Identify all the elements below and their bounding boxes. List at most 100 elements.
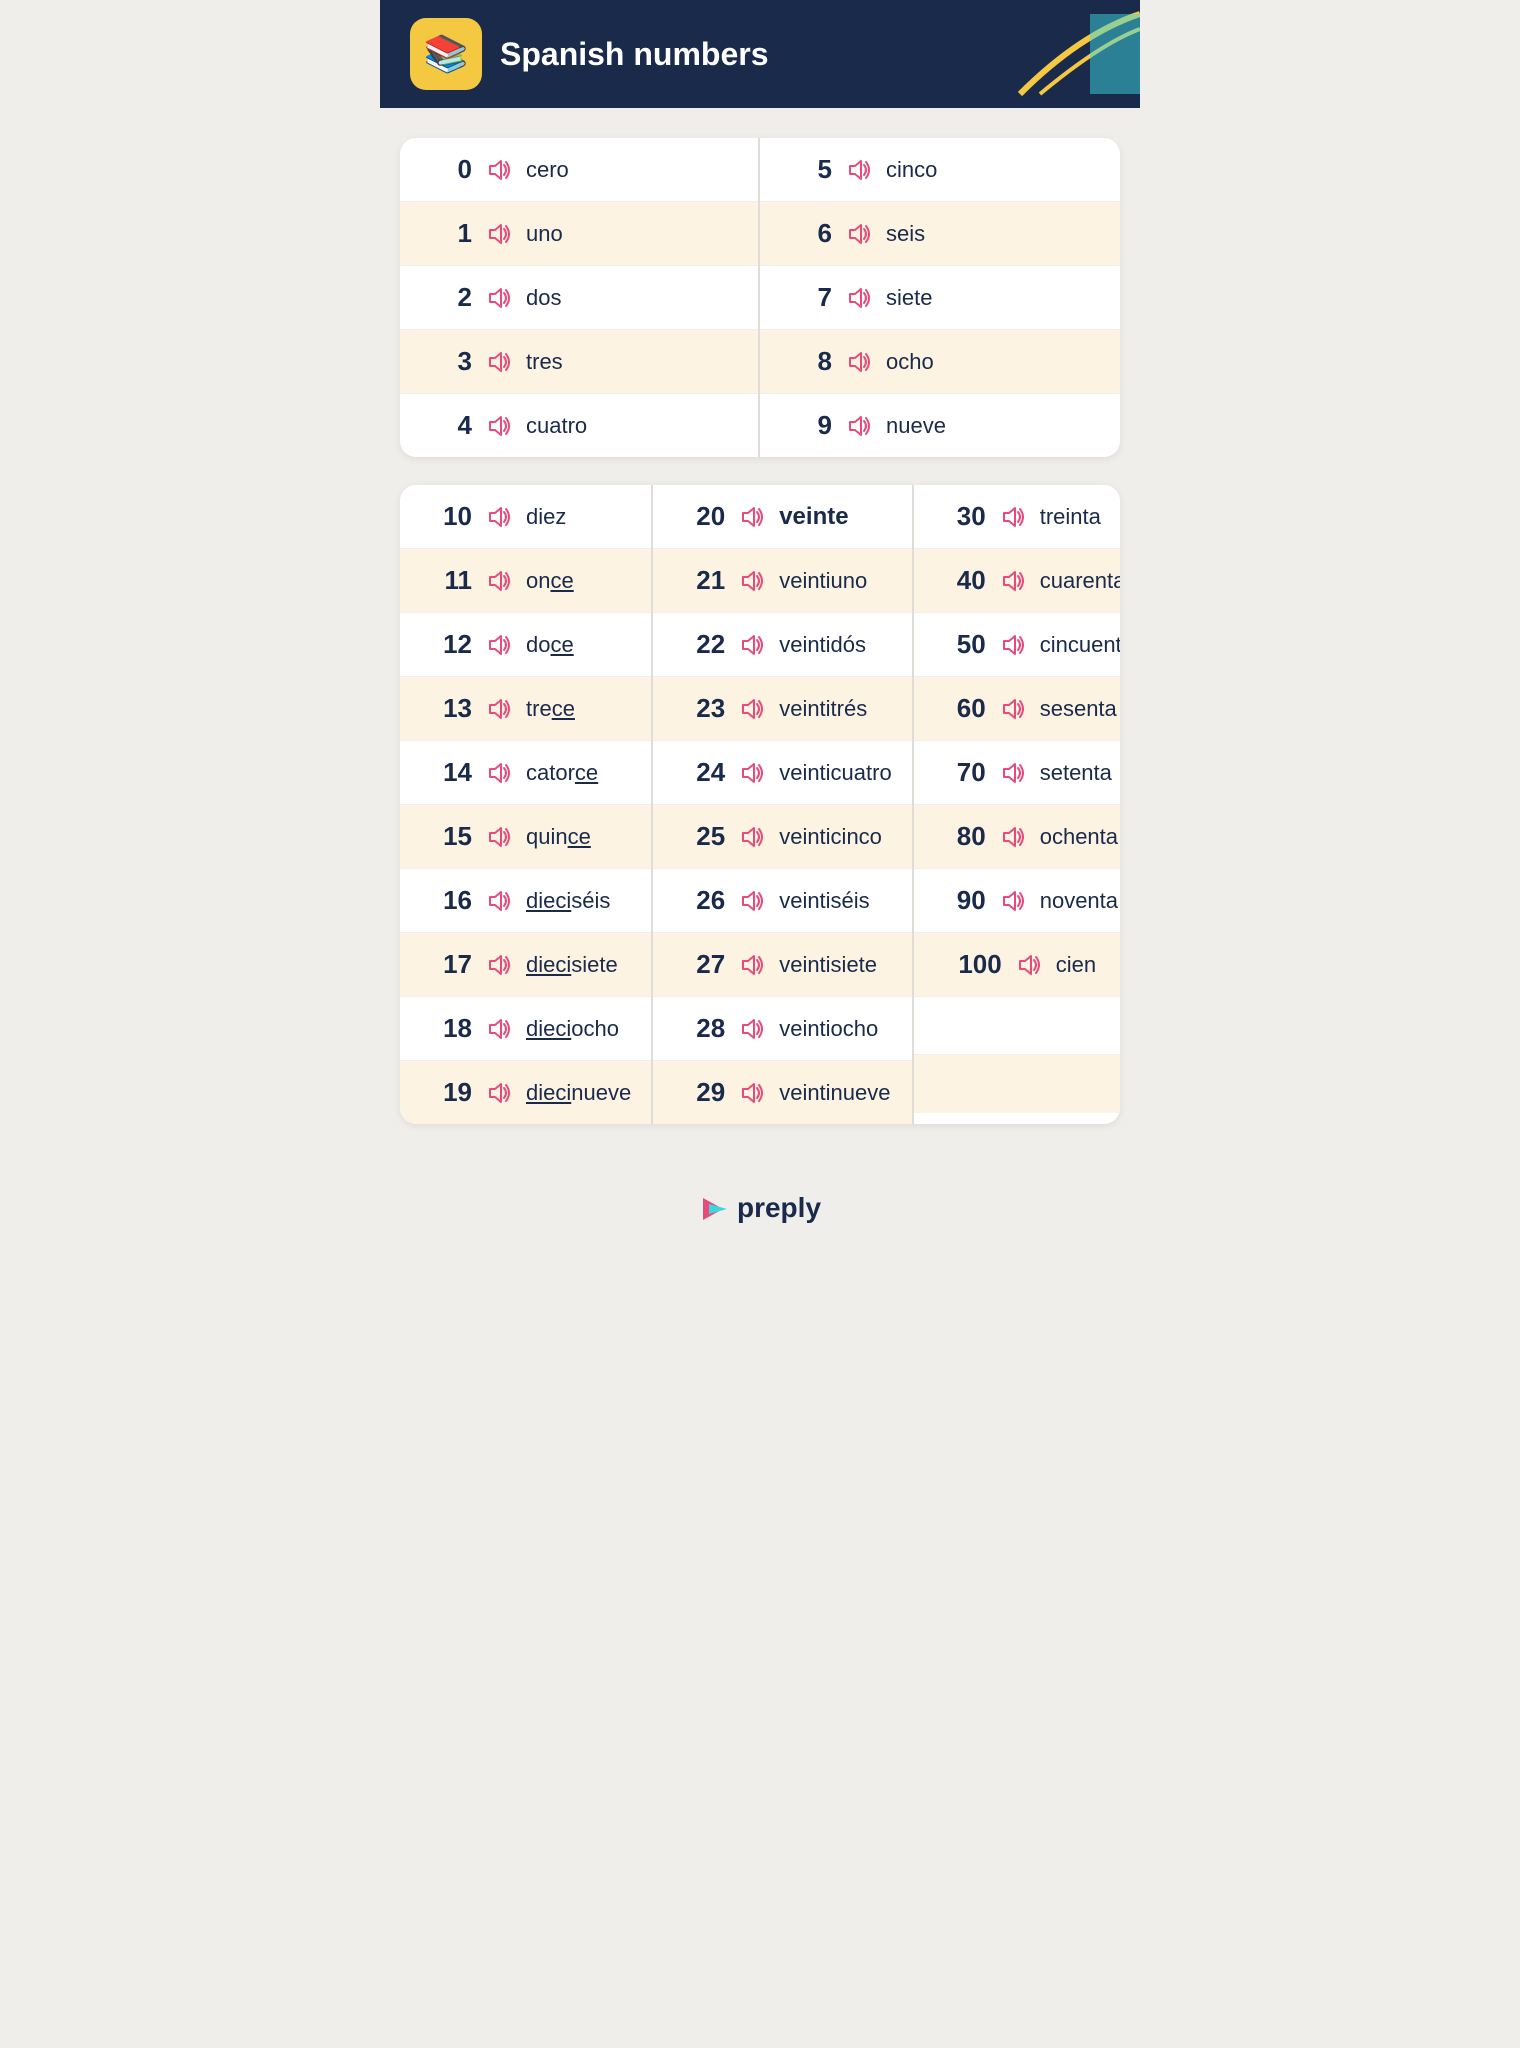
number-label: 6 xyxy=(780,218,832,249)
speaker-icon[interactable] xyxy=(1000,570,1028,592)
header-decoration xyxy=(960,0,1140,108)
table-row: 50 cincuenta xyxy=(914,613,1120,677)
number-label: 10 xyxy=(420,501,472,532)
spanish-word: siete xyxy=(886,285,932,311)
table-row: 28 veintiocho xyxy=(653,997,912,1061)
speaker-icon[interactable] xyxy=(1000,698,1028,720)
preply-logo: preply xyxy=(699,1192,821,1224)
number-label: 15 xyxy=(420,821,472,852)
speaker-icon[interactable] xyxy=(739,762,767,784)
spanish-word: once xyxy=(526,568,574,594)
spanish-word: veintinueve xyxy=(779,1080,890,1106)
table-row: 19 diecinueve xyxy=(400,1061,651,1124)
spanish-word: diecisiete xyxy=(526,952,618,978)
table-row: 40 cuarenta xyxy=(914,549,1120,613)
speaker-icon[interactable] xyxy=(739,890,767,912)
speaker-icon[interactable] xyxy=(486,506,514,528)
table-row: 15 quince xyxy=(400,805,651,869)
speaker-icon[interactable] xyxy=(846,287,874,309)
number-label: 17 xyxy=(420,949,472,980)
table-row: 24 veinticuatro xyxy=(653,741,912,805)
table-row: 20 veinte xyxy=(653,485,912,549)
speaker-icon[interactable] xyxy=(739,1082,767,1104)
header-logo: 📚 xyxy=(410,18,482,90)
spanish-word: cero xyxy=(526,157,569,183)
table-row-empty xyxy=(914,1055,1120,1113)
table-row: 11 once xyxy=(400,549,651,613)
spanish-word: cien xyxy=(1056,952,1096,978)
spanish-word: veintisiete xyxy=(779,952,877,978)
spanish-word: ochenta xyxy=(1040,824,1118,850)
speaker-icon[interactable] xyxy=(486,762,514,784)
spanish-word: treinta xyxy=(1040,504,1101,530)
number-label: 19 xyxy=(420,1077,472,1108)
speaker-icon[interactable] xyxy=(1000,506,1028,528)
number-label: 29 xyxy=(673,1077,725,1108)
speaker-icon[interactable] xyxy=(486,698,514,720)
page-header: 📚 Spanish numbers xyxy=(380,0,1140,108)
spanish-word: nueve xyxy=(886,413,946,439)
spanish-word: ocho xyxy=(886,349,934,375)
speaker-icon[interactable] xyxy=(486,954,514,976)
spanish-word: dieciséis xyxy=(526,888,610,914)
speaker-icon[interactable] xyxy=(486,1082,514,1104)
number-label: 7 xyxy=(780,282,832,313)
table-row: 13 trece xyxy=(400,677,651,741)
speaker-icon[interactable] xyxy=(846,159,874,181)
speaker-icon[interactable] xyxy=(486,826,514,848)
spanish-word: veintidós xyxy=(779,632,866,658)
number-label: 11 xyxy=(420,565,472,596)
speaker-icon[interactable] xyxy=(846,223,874,245)
speaker-icon[interactable] xyxy=(846,351,874,373)
speaker-icon[interactable] xyxy=(739,506,767,528)
speaker-icon[interactable] xyxy=(739,570,767,592)
speaker-icon[interactable] xyxy=(1000,634,1028,656)
number-label: 5 xyxy=(780,154,832,185)
speaker-icon[interactable] xyxy=(739,1018,767,1040)
speaker-icon[interactable] xyxy=(846,415,874,437)
table-row: 17 diecisiete xyxy=(400,933,651,997)
spanish-word: catorce xyxy=(526,760,598,786)
number-label: 1 xyxy=(420,218,472,249)
speaker-icon[interactable] xyxy=(486,1018,514,1040)
speaker-icon[interactable] xyxy=(486,351,514,373)
speaker-icon[interactable] xyxy=(1000,890,1028,912)
table-row: 70 setenta xyxy=(914,741,1120,805)
speaker-icon[interactable] xyxy=(739,826,767,848)
speaker-icon[interactable] xyxy=(486,415,514,437)
speaker-icon[interactable] xyxy=(486,287,514,309)
speaker-icon[interactable] xyxy=(1000,762,1028,784)
table-row: 9 nueve xyxy=(760,394,1120,457)
number-label: 0 xyxy=(420,154,472,185)
spanish-word: cincuenta xyxy=(1040,632,1120,658)
speaker-icon[interactable] xyxy=(486,570,514,592)
number-label: 90 xyxy=(934,885,986,916)
number-label: 25 xyxy=(673,821,725,852)
number-label: 18 xyxy=(420,1013,472,1044)
table-row: 23 veintitrés xyxy=(653,677,912,741)
speaker-icon[interactable] xyxy=(486,890,514,912)
number-label: 28 xyxy=(673,1013,725,1044)
number-label: 50 xyxy=(934,629,986,660)
table-row: 0 cero xyxy=(400,138,758,202)
speaker-icon[interactable] xyxy=(1000,826,1028,848)
footer: preply xyxy=(380,1172,1140,1254)
number-label: 40 xyxy=(934,565,986,596)
table-row: 29 veintinueve xyxy=(653,1061,912,1124)
speaker-icon[interactable] xyxy=(739,954,767,976)
speaker-icon[interactable] xyxy=(739,698,767,720)
speaker-icon[interactable] xyxy=(739,634,767,656)
speaker-icon[interactable] xyxy=(486,634,514,656)
speaker-icon[interactable] xyxy=(486,223,514,245)
number-label: 2 xyxy=(420,282,472,313)
brand-name: preply xyxy=(737,1192,821,1224)
spanish-word: doce xyxy=(526,632,574,658)
spanish-word: veinticuatro xyxy=(779,760,892,786)
spanish-word: setenta xyxy=(1040,760,1112,786)
number-label: 22 xyxy=(673,629,725,660)
table-row: 30 treinta xyxy=(914,485,1120,549)
number-label: 26 xyxy=(673,885,725,916)
table-row: 12 doce xyxy=(400,613,651,677)
speaker-icon[interactable] xyxy=(1016,954,1044,976)
speaker-icon[interactable] xyxy=(486,159,514,181)
